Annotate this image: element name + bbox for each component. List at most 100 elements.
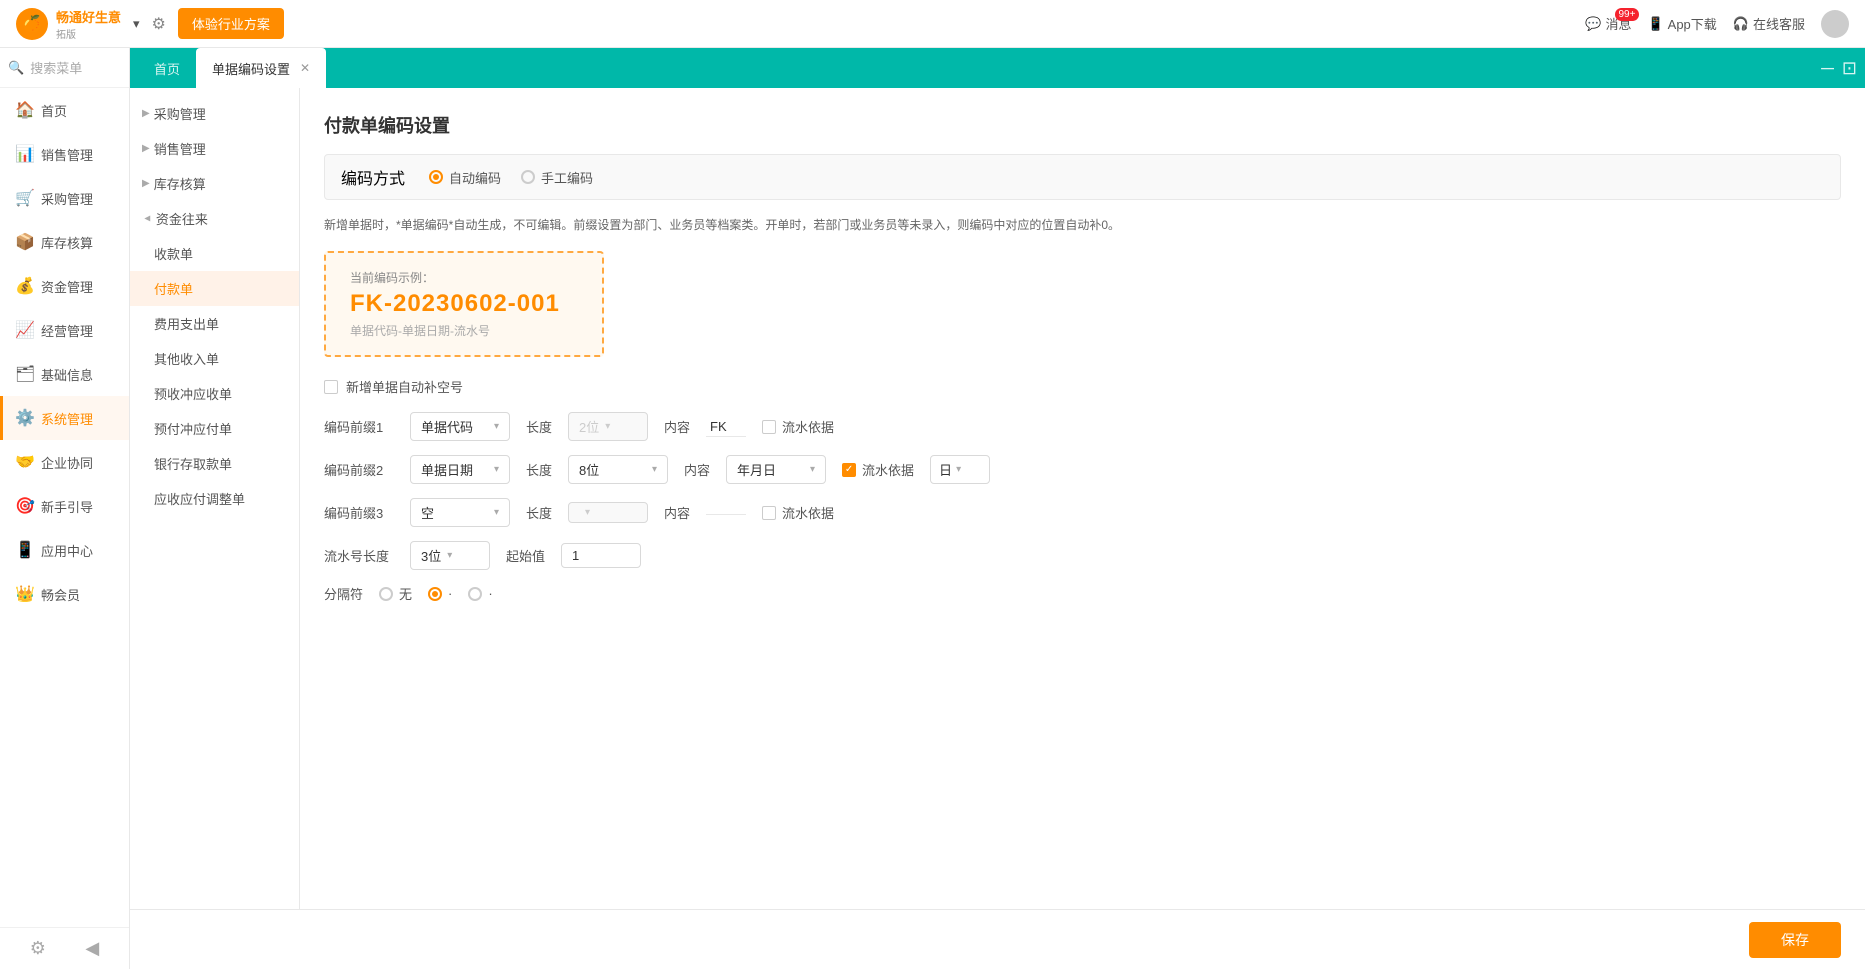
serial-length-label: 流水号长度 (324, 546, 394, 565)
tab-expand-icon[interactable]: ⊡ (1842, 58, 1857, 79)
prefix-select-2[interactable]: 单据日期 ▾ (410, 455, 510, 484)
auto-fill-checkbox[interactable] (324, 380, 338, 394)
left-nav-item-pre-receipt[interactable]: 预收冲应收单 (130, 376, 299, 411)
prefix-select-val-3: 空 (421, 503, 434, 522)
sep-option-dot2[interactable]: · (468, 586, 492, 601)
sidebar-item-guide[interactable]: 🎯 新手引导 (0, 484, 129, 528)
sidebar-item-ops[interactable]: 📈 经营管理 (0, 308, 129, 352)
info-text: 新增单据时，*单据编码*自动生成，不可编辑。前缀设置为部门、业务员等档案类。开单… (324, 216, 1841, 235)
sidebar-label-ops: 经营管理 (41, 321, 93, 340)
stream-check-1[interactable]: 流水依据 (762, 417, 834, 436)
stream-day-select-2[interactable]: 日 ▾ (930, 455, 990, 484)
save-button[interactable]: 保存 (1749, 922, 1841, 958)
sidebar-item-member[interactable]: 👑 畅会员 (0, 572, 129, 616)
settings-icon[interactable]: ⚙ (152, 14, 166, 34)
user-avatar[interactable] (1821, 10, 1849, 38)
stream-checkbox-sq-2[interactable]: ✓ (842, 463, 856, 477)
auto-code-option[interactable]: 自动编码 (429, 168, 501, 187)
sep-radio-dot1[interactable] (428, 587, 442, 601)
sep-radio-dot2[interactable] (468, 587, 482, 601)
start-value-input[interactable] (561, 543, 641, 568)
stream-day-val-2: 日 (939, 460, 952, 479)
left-nav-item-payment[interactable]: 付款单 (130, 271, 299, 306)
length-arrow-1: ▾ (605, 421, 610, 432)
app-download[interactable]: 📱 App下载 (1647, 14, 1716, 33)
message-badge: 99+ (1615, 8, 1640, 21)
online-service-label: 在线客服 (1753, 14, 1805, 33)
encoding-mode-label: 编码方式 (341, 165, 405, 189)
prefix-select-3[interactable]: 空 ▾ (410, 498, 510, 527)
sidebar-item-appstore[interactable]: 📱 应用中心 (0, 528, 129, 572)
manual-code-label: 手工编码 (541, 168, 593, 187)
left-nav-item-receipt[interactable]: 收款单 (130, 236, 299, 271)
top-bar-right: 💬 消息 99+ 📱 App下载 🎧 在线客服 (1585, 10, 1849, 38)
left-nav-item-bank[interactable]: 银行存取款单 (130, 446, 299, 481)
page-title: 付款单编码设置 (324, 112, 1841, 138)
tab-minimize-icon[interactable]: ─ (1821, 58, 1834, 79)
prefix-label-3: 编码前缀3 (324, 503, 394, 522)
sidebar-item-finance[interactable]: 💰 资金管理 (0, 264, 129, 308)
sep-option-dot1[interactable]: · (428, 586, 452, 601)
manual-code-radio[interactable] (521, 170, 535, 184)
stream-checkbox-sq-3[interactable] (762, 506, 776, 520)
trial-button[interactable]: 体验行业方案 (178, 8, 284, 39)
sidebar-item-collab[interactable]: 🤝 企业协同 (0, 440, 129, 484)
prefix-select-1[interactable]: 单据代码 ▾ (410, 412, 510, 441)
auto-code-label: 自动编码 (449, 168, 501, 187)
preview-code: FK-20230602-001 (350, 290, 578, 318)
online-service[interactable]: 🎧 在线客服 (1733, 14, 1805, 33)
auto-code-radio[interactable] (429, 170, 443, 184)
sidebar-collapse-icon[interactable]: ◀ (85, 938, 99, 959)
sep-option-none[interactable]: 无 (379, 584, 412, 603)
length-select-2[interactable]: 8位 ▾ (568, 455, 668, 484)
length-label-1: 长度 (526, 417, 552, 436)
separator-row: 分隔符 无 · · (324, 584, 1841, 603)
sidebar-item-home[interactable]: 🏠 首页 (0, 88, 129, 132)
left-nav-item-other-income[interactable]: 其他收入单 (130, 341, 299, 376)
prefix-row-1: 编码前缀1 单据代码 ▾ 长度 2位 ▾ 内容 FK 流水依据 (324, 412, 1841, 441)
sidebar-item-base[interactable]: 🗂 基础信息 (0, 352, 129, 396)
sidebar-label-finance: 资金管理 (41, 277, 93, 296)
manual-code-option[interactable]: 手工编码 (521, 168, 593, 187)
message-icon: 💬 (1585, 16, 1601, 32)
sidebar-item-purchase[interactable]: 🛒 采购管理 (0, 176, 129, 220)
serial-length-arrow: ▾ (447, 550, 452, 561)
length-val-2: 8位 (579, 460, 599, 479)
left-nav-item-ar-ap-adj[interactable]: 应收应付调整单 (130, 481, 299, 516)
tab-home[interactable]: 首页 (138, 48, 196, 88)
sidebar-search[interactable]: 🔍 搜索菜单 (0, 48, 129, 88)
preview-box: 当前编码示例： FK-20230602-001 单据代码-单据日期-流水号 (324, 251, 604, 357)
tab-bar: 首页 单据编码设置 ✕ ─ ⊡ (130, 48, 1865, 88)
content-val-3 (706, 510, 746, 515)
left-nav-item-pre-payment[interactable]: 预付冲应付单 (130, 411, 299, 446)
sidebar-label-inventory: 库存核算 (41, 233, 93, 252)
finance-icon: 💰 (15, 276, 33, 296)
inventory-icon: 📦 (15, 232, 33, 252)
separator-label: 分隔符 (324, 584, 363, 603)
left-nav-group-title-finance[interactable]: ▼ 资金往来 (130, 201, 299, 236)
sidebar-item-system[interactable]: ⚙️ 系统管理 (0, 396, 129, 440)
sidebar-settings-icon[interactable]: ⚙ (30, 938, 46, 959)
left-nav-group-inventory: ▶ 库存核算 (130, 166, 299, 201)
serial-length-select[interactable]: 3位 ▾ (410, 541, 490, 570)
stream-check-3[interactable]: 流水依据 (762, 503, 834, 522)
nav-dropdown[interactable]: ▾ (133, 16, 140, 32)
stream-checkbox-sq-1[interactable] (762, 420, 776, 434)
app-download-label: App下载 (1668, 14, 1717, 33)
left-nav-group-finance: ▼ 资金往来 收款单 付款单 费用支出单 其他收入单 预收冲应收单 预付冲应付单… (130, 201, 299, 516)
left-nav-item-expense[interactable]: 费用支出单 (130, 306, 299, 341)
sep-radio-none[interactable] (379, 587, 393, 601)
left-nav-group-title-sales[interactable]: ▶ 销售管理 (130, 131, 299, 166)
tab-encode-setting[interactable]: 单据编码设置 ✕ (196, 48, 326, 88)
sidebar-item-inventory[interactable]: 📦 库存核算 (0, 220, 129, 264)
left-nav-group-title-inventory[interactable]: ▶ 库存核算 (130, 166, 299, 201)
message-area[interactable]: 💬 消息 99+ (1585, 14, 1631, 33)
auto-fill-label: 新增单据自动补空号 (346, 377, 463, 396)
stream-check-2[interactable]: ✓ 流水依据 (842, 460, 914, 479)
left-nav-group-title-purchase[interactable]: ▶ 采购管理 (130, 96, 299, 131)
encoding-mode-row: 编码方式 自动编码 手工编码 (324, 154, 1841, 200)
sidebar-item-sales[interactable]: 📊 销售管理 (0, 132, 129, 176)
sidebar-label-purchase: 采购管理 (41, 189, 93, 208)
content-select-2[interactable]: 年月日 ▾ (726, 455, 826, 484)
tab-close-icon[interactable]: ✕ (300, 61, 310, 75)
